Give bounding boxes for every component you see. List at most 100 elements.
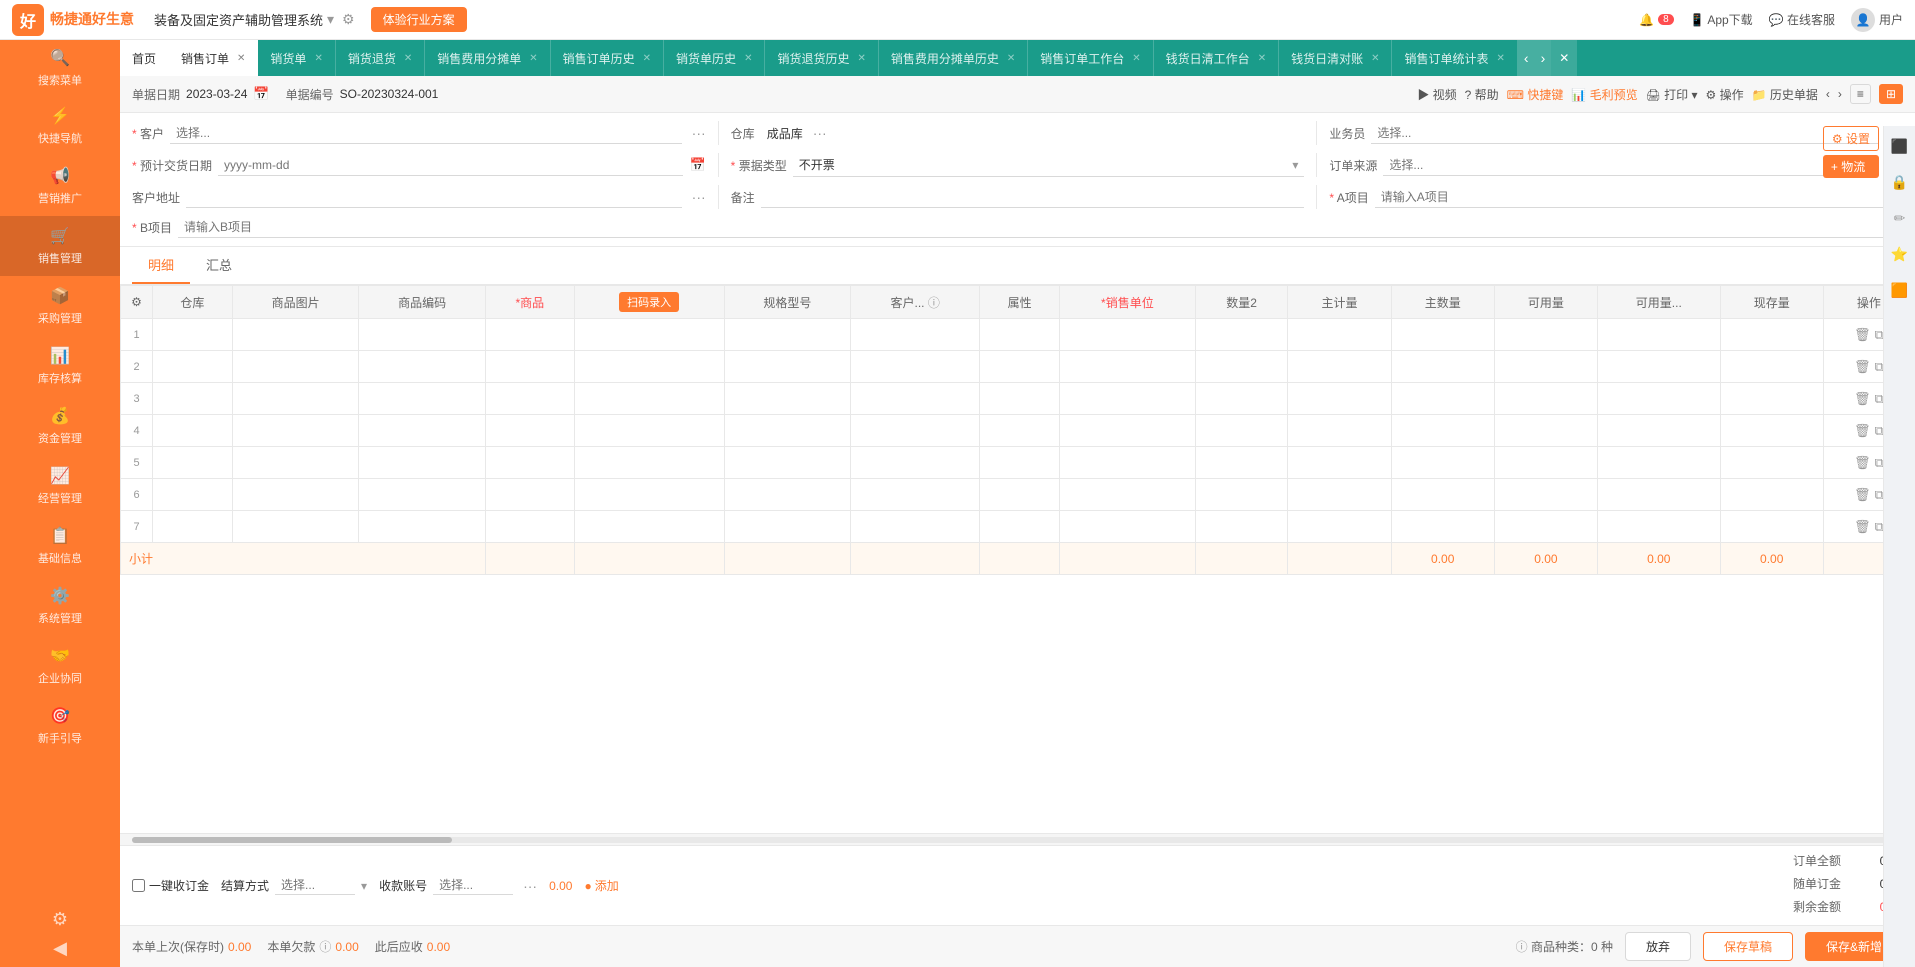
tab-close-salesreturnhistory[interactable]: ✕ [744,53,752,64]
row-warehouse[interactable] [153,415,233,447]
delivery-date-input[interactable] [218,155,683,176]
row-sales-unit[interactable] [1060,351,1196,383]
row-qty2[interactable] [1195,415,1288,447]
tab-salesorderhistory[interactable]: 销售订单历史 ✕ [551,40,664,76]
sidebar-item-enterprise[interactable]: 🤝 企业协同 [0,636,120,696]
row-sales-unit[interactable] [1060,383,1196,415]
sidebar-settings-icon[interactable]: ⚙ [52,909,68,930]
remark-input[interactable] [761,187,1305,208]
tab-close-all-btn[interactable]: ✕ [1551,40,1577,76]
row-warehouse[interactable] [153,351,233,383]
prev-record-btn[interactable]: ‹ [1826,87,1830,101]
sidebar-item-finance[interactable]: 💰 资金管理 [0,396,120,456]
tab-salesreturnhistory[interactable]: 销货单历史 ✕ [664,40,765,76]
row-sales-unit[interactable] [1060,511,1196,543]
row-delete-btn[interactable]: 🗑 [1854,423,1871,439]
sidebar-item-quicknav[interactable]: ⚡ 快捷导航 [0,96,120,156]
scroll-track[interactable] [132,837,1903,843]
next-record-btn[interactable]: › [1838,87,1842,101]
right-panel-icon-1[interactable]: ⬛ [1888,134,1912,158]
row-customer-no[interactable] [851,383,980,415]
warehouse-more-btn[interactable]: ··· [813,125,827,141]
row-product[interactable] [485,351,574,383]
history-btn[interactable]: 📁 历史单据 [1752,86,1818,103]
row-main-qty[interactable] [1391,511,1494,543]
row-qty2[interactable] [1195,447,1288,479]
row-attribute[interactable] [980,511,1060,543]
operations-btn[interactable]: ⚙ 操作 [1706,86,1744,103]
row-warehouse[interactable] [153,511,233,543]
project-b-input[interactable] [178,217,1903,238]
right-panel-icon-3[interactable]: ✏ [1888,206,1912,230]
tab-salesreturn[interactable]: 销货单 ✕ [258,40,335,76]
row-customer-no[interactable] [851,447,980,479]
row-spec-model[interactable] [724,351,851,383]
row-product-code[interactable] [359,415,486,447]
tab-close-salesorder[interactable]: ✕ [237,53,245,64]
right-panel-icon-2[interactable]: 🔒 [1888,170,1912,194]
layout-list-btn[interactable]: ≡ [1850,84,1871,104]
pay-method-arrow[interactable]: ▾ [361,879,367,893]
row-main-qty[interactable] [1391,383,1494,415]
row-product-code[interactable] [359,383,486,415]
row-customer-no[interactable] [851,415,980,447]
add-receipt-btn[interactable]: ● 添加 [584,877,618,894]
profit-btn[interactable]: 📊 毛利预览 [1571,86,1637,103]
sidebar-item-marketing[interactable]: 📢 营销推广 [0,156,120,216]
row-warehouse[interactable] [153,447,233,479]
row-spec-model[interactable] [724,479,851,511]
row-delete-btn[interactable]: 🗑 [1854,455,1871,471]
row-sales-unit[interactable] [1060,319,1196,351]
settings-btn[interactable]: ⚙ 设置 [1823,126,1879,151]
tab-detail[interactable]: 明细 [132,247,190,284]
row-product-code[interactable] [359,351,486,383]
row-qty2[interactable] [1195,479,1288,511]
row-qty2[interactable] [1195,351,1288,383]
tab-next-btn[interactable]: › [1535,40,1552,76]
sidebar-item-sales[interactable]: 🛒 销售管理 [0,216,120,276]
solution-btn[interactable]: 体验行业方案 [371,7,467,32]
row-main-qty[interactable] [1391,447,1494,479]
row-main-qty[interactable] [1391,479,1494,511]
tab-prev-btn[interactable]: ‹ [1518,40,1535,76]
right-panel-icon-4[interactable]: ⭐ [1888,242,1912,266]
customer-input[interactable] [170,123,682,144]
salesperson-input[interactable] [1371,123,1879,144]
row-main-qty[interactable] [1391,415,1494,447]
user-area[interactable]: 👤 用户 [1851,8,1903,32]
row-spec-model[interactable] [724,319,851,351]
sidebar-item-operations[interactable]: 📈 经营管理 [0,456,120,516]
tab-summary[interactable]: 汇总 [190,247,248,284]
sidebar-collapse-icon[interactable]: ◀ [53,938,67,959]
right-panel-icon-5[interactable]: 🟧 [1888,278,1912,302]
tab-cashclearwork[interactable]: 钱货日清工作台 ✕ [1154,40,1279,76]
view-btn[interactable]: ▶ 视频 [1417,86,1456,103]
sidebar-item-inventory[interactable]: 📊 库存核算 [0,336,120,396]
row-warehouse[interactable] [153,383,233,415]
row-spec-model[interactable] [724,415,851,447]
tab-salesrefund[interactable]: 销货退货 ✕ [336,40,425,76]
row-attribute[interactable] [980,319,1060,351]
customer-address-input[interactable] [186,187,682,208]
row-delete-btn[interactable]: 🗑 [1854,519,1871,535]
order-source-input[interactable] [1383,155,1879,176]
row-delete-btn[interactable]: 🗑 [1854,391,1871,407]
customer-address-more-btn[interactable]: ··· [692,189,706,205]
row-sales-unit[interactable] [1060,415,1196,447]
row-product[interactable] [485,447,574,479]
tab-close-salesfeehistory[interactable]: ✕ [1007,53,1015,64]
row-customer-no[interactable] [851,511,980,543]
project-a-input[interactable] [1375,187,1903,208]
delivery-calendar-icon[interactable]: 📅 [689,157,705,173]
tab-salesorderwork[interactable]: 销售订单工作台 ✕ [1028,40,1153,76]
row-customer-no[interactable] [851,351,980,383]
row-product-code[interactable] [359,479,486,511]
notification-area[interactable]: 🔔 8 [1639,13,1674,27]
table-wrapper[interactable]: ⚙ 仓库 商品图片 商品编码 *商品 扫码录入 规格型号 客户... ⓘ 属性 [120,285,1915,833]
row-sales-unit[interactable] [1060,447,1196,479]
row-sales-unit[interactable] [1060,479,1196,511]
help-btn[interactable]: ? 帮助 [1465,86,1499,103]
tab-salesorder[interactable]: 销售订单 ✕ [169,40,258,76]
tab-close-salesrefund[interactable]: ✕ [404,53,412,64]
row-product[interactable] [485,479,574,511]
